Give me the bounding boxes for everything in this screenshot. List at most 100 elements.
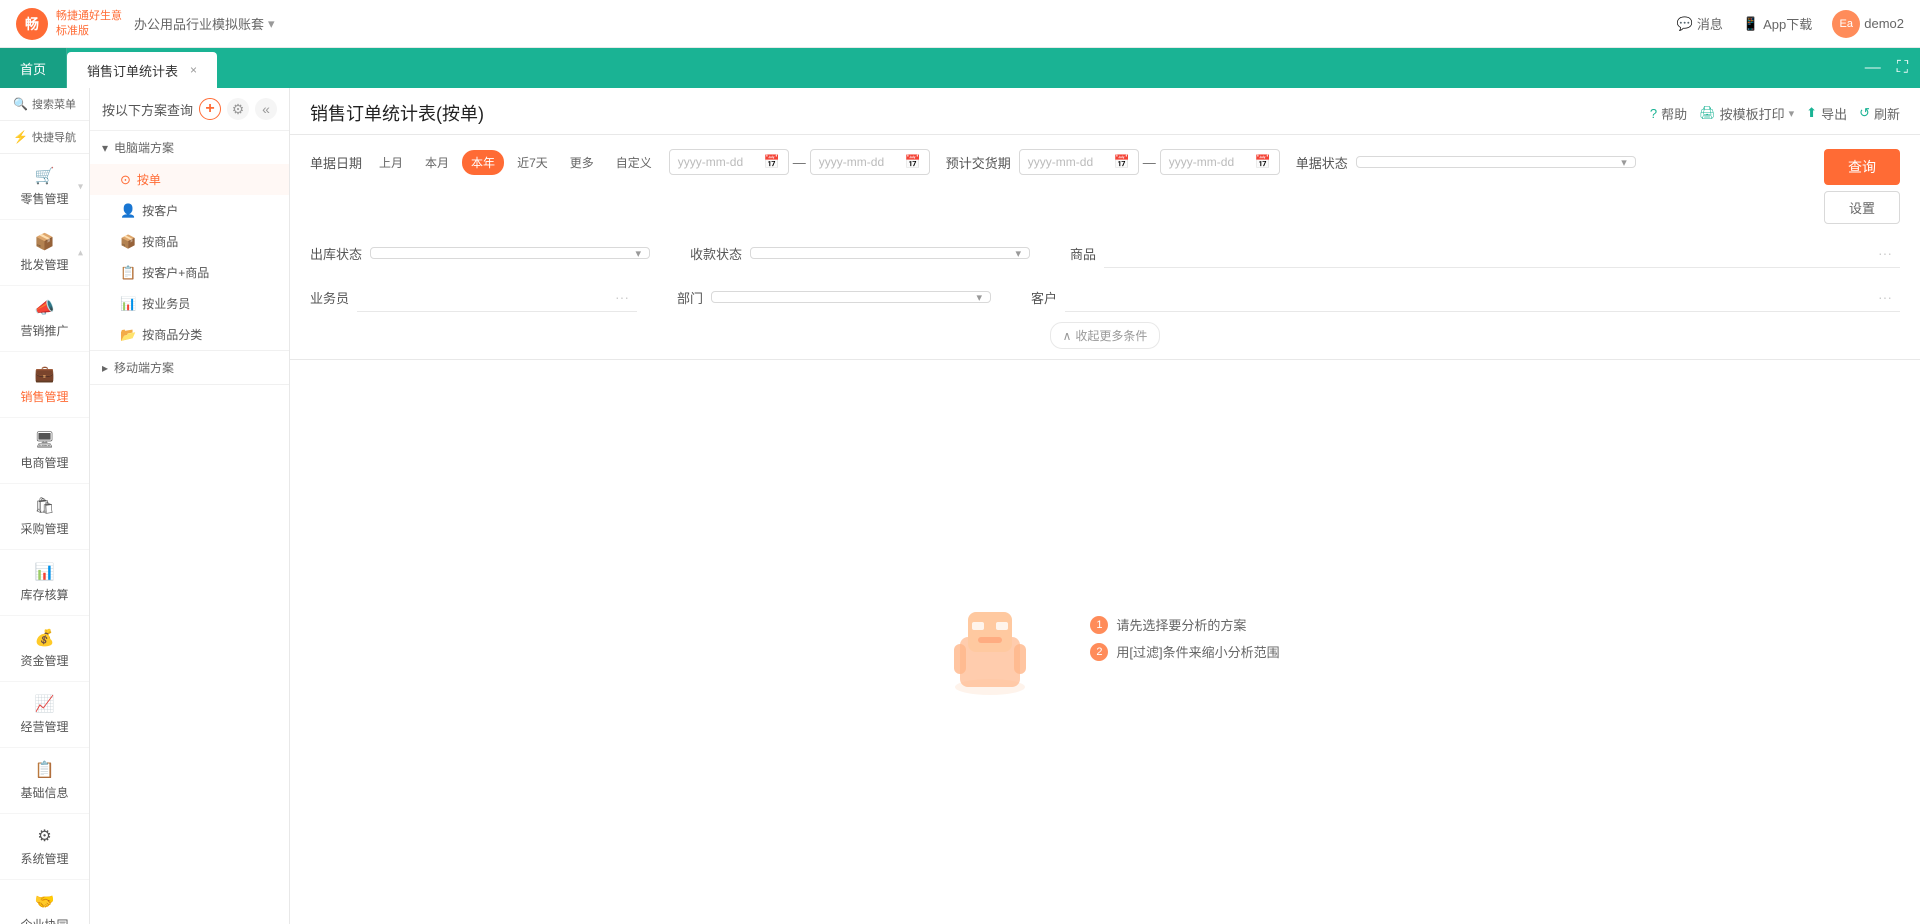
scheme-settings-btn[interactable]: ⚙ (227, 98, 249, 120)
customer-dots-icon[interactable]: ··· (1878, 289, 1892, 305)
tab-minimize-btn[interactable]: — (1861, 55, 1885, 81)
filter-salesperson-item: 业务员 ··· (310, 282, 637, 312)
tab-close-icon[interactable]: × (190, 63, 197, 77)
scheme-item-by-commodity-category-label: 按商品分类 (142, 326, 202, 343)
delivery-status-select[interactable]: ▾ (370, 247, 650, 259)
expected-delivery-to-input[interactable]: yyyy-mm-dd 📅 (1160, 149, 1280, 175)
tab-home[interactable]: 首页 (0, 48, 67, 88)
empty-num-2: 2 (1090, 643, 1108, 661)
print-label: 按模板打印 (1720, 104, 1785, 123)
by-salesperson-icon: 📊 (120, 296, 136, 312)
expected-to-calendar-icon: 📅 (1255, 154, 1271, 170)
date-shortcut-this-year[interactable]: 本年 (462, 150, 504, 175)
refresh-btn[interactable]: ↺ 刷新 (1859, 104, 1900, 123)
sidebar-item-finance[interactable]: 💰 资金管理 (0, 616, 89, 682)
payment-status-select[interactable]: ▾ (750, 247, 1030, 259)
date-to-input[interactable]: yyyy-mm-dd 📅 (810, 149, 930, 175)
sidebar-search[interactable]: 🔍 搜索菜单 (0, 88, 89, 121)
inventory-icon: 📊 (35, 562, 55, 582)
top-bar: 畅 畅捷通好生意 标准版 办公用品行业模拟账套 ▾ 💬 消息 📱 App下载 E… (0, 0, 1920, 48)
by-commodity-category-icon: 📂 (120, 327, 136, 343)
department-select[interactable]: ▾ (711, 291, 991, 303)
doc-status-arrow-icon: ▾ (1621, 156, 1627, 169)
pc-section-title[interactable]: ▾ 电脑端方案 (90, 131, 289, 164)
scheme-item-by-customer[interactable]: 👤 按客户 (90, 195, 289, 226)
scheme-item-by-commodity[interactable]: 📦 按商品 (90, 226, 289, 257)
user-area[interactable]: Ea demo2 (1832, 10, 1904, 38)
date-shortcut-more[interactable]: 更多 (561, 150, 603, 175)
sidebar-item-enterprise[interactable]: 🤝 企业协同 (0, 880, 89, 924)
scheme-item-by-commodity-label: 按商品 (142, 233, 178, 250)
date-from-input[interactable]: yyyy-mm-dd 📅 (669, 149, 789, 175)
scheme-add-btn[interactable]: + (199, 98, 221, 120)
marketing-icon: 📣 (35, 298, 55, 318)
scheme-item-by-customer-commodity[interactable]: 📋 按客户+商品 (90, 257, 289, 288)
sidebar-item-retail[interactable]: 🛒 零售管理 ▾ (0, 154, 89, 220)
tab-home-label: 首页 (20, 59, 46, 78)
sidebar-item-marketing-label: 营销推广 (20, 322, 68, 339)
expected-delivery-from-input[interactable]: yyyy-mm-dd 📅 (1019, 149, 1139, 175)
sidebar-item-inventory[interactable]: 📊 库存核算 (0, 550, 89, 616)
mobile-scheme-section: ▸ 移动端方案 (90, 351, 289, 385)
sidebar-item-basic-label: 基础信息 (20, 784, 68, 801)
commodity-label: 商品 (1070, 244, 1096, 263)
date-to-calendar-icon: 📅 (905, 154, 921, 170)
sidebar-item-system[interactable]: ⚙ 系统管理 (0, 814, 89, 880)
date-shortcut-last-7-days[interactable]: 近7天 (508, 150, 557, 175)
sidebar-nav[interactable]: ⚡ 快捷导航 (0, 121, 89, 154)
commodity-dots-icon[interactable]: ··· (1878, 245, 1892, 261)
mobile-section-arrow: ▸ (102, 361, 108, 375)
empty-robot-svg (930, 582, 1050, 702)
empty-hint-1: 1 请先选择要分析的方案 (1090, 615, 1279, 634)
tab-maximize-btn[interactable]: ⛶ (1893, 55, 1912, 81)
settings-button[interactable]: 设置 (1824, 191, 1900, 224)
date-shortcut-last-month[interactable]: 上月 (370, 150, 412, 175)
breadcrumb-text: 办公用品行业模拟账套 (134, 14, 264, 33)
scheme-item-by-salesperson[interactable]: 📊 按业务员 (90, 288, 289, 319)
payment-status-arrow-icon: ▾ (1016, 247, 1022, 260)
expected-from-calendar-icon: 📅 (1114, 154, 1130, 170)
export-btn[interactable]: ⬆ 导出 (1806, 104, 1847, 123)
scheme-panel-title: 按以下方案查询 (102, 100, 193, 119)
query-button[interactable]: 查询 (1824, 149, 1900, 185)
sidebar-item-purchase[interactable]: 🛍 采购管理 (0, 484, 89, 550)
scheme-collapse-btn[interactable]: « (255, 98, 277, 120)
scheme-item-by-order[interactable]: ⊙ 按单 (90, 164, 289, 195)
help-btn[interactable]: ? 帮助 (1650, 104, 1687, 123)
collapse-more-btn[interactable]: ∧ 收起更多条件 (1050, 322, 1161, 349)
sidebar-item-basic[interactable]: 📋 基础信息 (0, 748, 89, 814)
filter-delivery-status-item: 出库状态 ▾ (310, 244, 650, 263)
payment-status-label: 收款状态 (690, 244, 742, 263)
sidebar-item-purchase-label: 采购管理 (20, 520, 68, 537)
top-bar-left: 畅 畅捷通好生意 标准版 办公用品行业模拟账套 ▾ (16, 8, 275, 40)
scheme-item-by-commodity-category[interactable]: 📂 按商品分类 (90, 319, 289, 350)
top-bar-right: 💬 消息 📱 App下载 Ea demo2 (1677, 10, 1904, 38)
tab-active[interactable]: 销售订单统计表 × (67, 52, 217, 88)
breadcrumb-dropdown-icon[interactable]: ▾ (268, 16, 275, 32)
scheme-item-by-customer-label: 按客户 (142, 202, 178, 219)
sidebar-item-marketing[interactable]: 📣 营销推广 (0, 286, 89, 352)
mobile-section-title[interactable]: ▸ 移动端方案 (90, 351, 289, 384)
by-commodity-icon: 📦 (120, 234, 136, 250)
sidebar-item-sales[interactable]: 💼 销售管理 (0, 352, 89, 418)
doc-status-select[interactable]: ▾ (1356, 156, 1636, 168)
message-btn[interactable]: 💬 消息 (1677, 14, 1723, 33)
refresh-icon: ↺ (1859, 105, 1870, 121)
expected-to-placeholder: yyyy-mm-dd (1169, 155, 1234, 169)
sidebar-item-operations[interactable]: 📈 经营管理 (0, 682, 89, 748)
retail-icon: 🛒 (35, 166, 55, 186)
date-shortcut-this-month[interactable]: 本月 (416, 150, 458, 175)
logo-area: 畅 畅捷通好生意 标准版 (16, 8, 122, 40)
sidebar-item-wholesale[interactable]: 📦 批发管理 ▴ (0, 220, 89, 286)
scheme-item-by-salesperson-label: 按业务员 (142, 295, 190, 312)
logo-icon: 畅 (16, 8, 48, 40)
app-download-btn[interactable]: 📱 App下载 (1743, 14, 1812, 33)
salesperson-dots-icon[interactable]: ··· (615, 289, 629, 305)
date-shortcut-custom[interactable]: 自定义 (607, 150, 661, 175)
filter-expected-delivery-item: 预计交货期 yyyy-mm-dd 📅 — yyyy-mm-dd 📅 (946, 149, 1280, 175)
print-btn[interactable]: 🖨 按模板打印 ▾ (1699, 104, 1794, 123)
app-download-icon: 📱 (1743, 16, 1759, 32)
empty-hint-1-text: 请先选择要分析的方案 (1116, 615, 1246, 634)
sidebar-item-ecommerce[interactable]: 🖥 电商管理 (0, 418, 89, 484)
nav-icon: ⚡ (13, 130, 28, 144)
